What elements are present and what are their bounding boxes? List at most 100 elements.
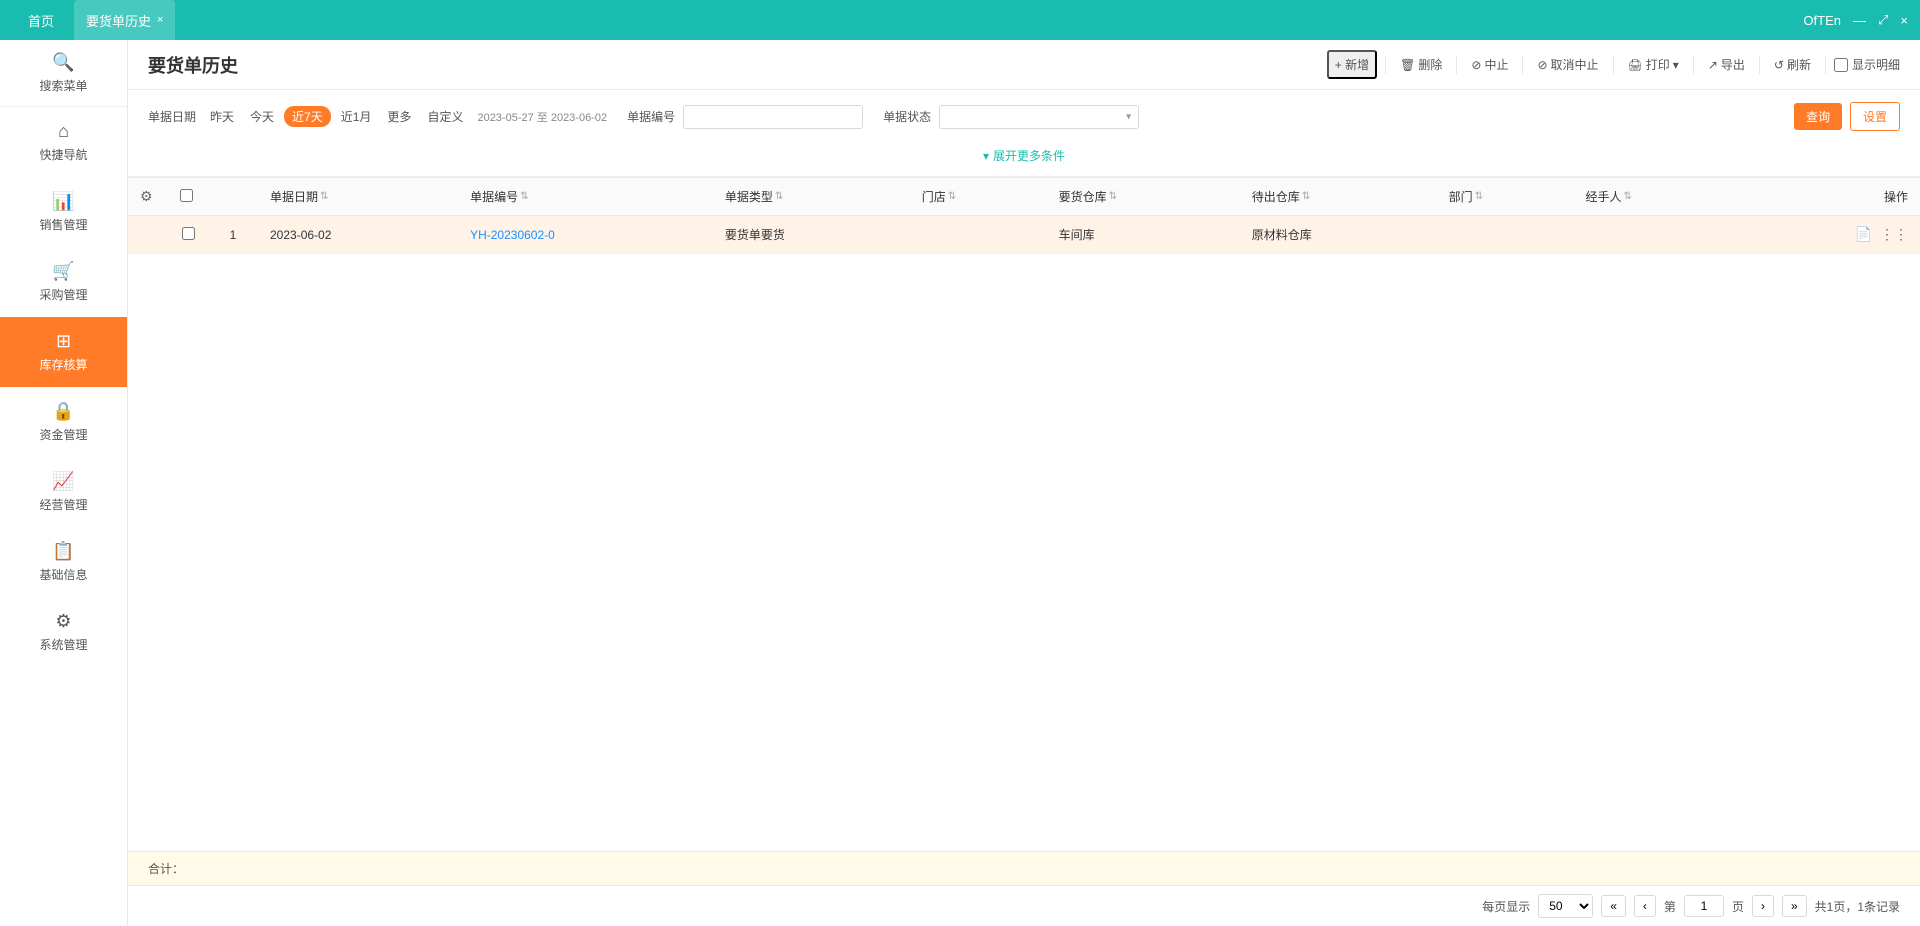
window-maximize-icon[interactable]: ⤢: [1878, 12, 1888, 28]
sidebar-item-basic-info[interactable]: 📋 基础信息: [0, 527, 127, 597]
sales-icon: 📊: [52, 191, 74, 212]
cancel-stop-icon: ⊘: [1537, 58, 1547, 72]
table-body: 1 2023-06-02 YH-20230602-0 要货单要货 车间库 原材料…: [128, 216, 1920, 254]
select-all-checkbox[interactable]: [180, 189, 193, 202]
window-minimize-icon[interactable]: —: [1853, 13, 1866, 28]
per-page-select[interactable]: 50 20 100: [1538, 894, 1593, 918]
stop-button[interactable]: ⊘ 中止: [1465, 52, 1514, 77]
th-doc-type-label: 单据类型: [725, 188, 773, 205]
sort-icon-pending-warehouse: ⇅: [1302, 191, 1310, 202]
tab-close-icon[interactable]: ×: [157, 14, 163, 26]
sort-icon-handler: ⇅: [1623, 191, 1631, 202]
refresh-button[interactable]: ↺ 刷新: [1768, 52, 1817, 77]
th-doc-type-sort[interactable]: 单据类型 ⇅: [725, 188, 898, 205]
th-req-warehouse: 要货仓库 ⇅: [1047, 178, 1240, 216]
row-checkbox[interactable]: [182, 227, 195, 240]
doc-status-label: 单据状态: [883, 108, 931, 125]
th-doc-type: 单据类型 ⇅: [713, 178, 910, 216]
th-req-warehouse-sort[interactable]: 要货仓库 ⇅: [1059, 188, 1228, 205]
doc-status-wrapper: [939, 105, 1139, 129]
brand-logo: OfTEn: [1803, 13, 1841, 28]
show-detail-toggle[interactable]: 显示明细: [1834, 56, 1900, 73]
sidebar-item-operations[interactable]: 📈 经营管理: [0, 457, 127, 527]
toolbar-divider-1: [1385, 56, 1386, 74]
td-pending-warehouse: 原材料仓库: [1240, 216, 1437, 254]
export-icon: ↗: [1708, 58, 1718, 72]
refresh-label: 刷新: [1787, 56, 1811, 73]
th-store-sort[interactable]: 门店 ⇅: [922, 188, 1035, 205]
td-checkbox: [168, 216, 208, 254]
date-yesterday[interactable]: 昨天: [204, 106, 240, 127]
sidebar-item-quick-nav[interactable]: ⌂ 快捷导航: [0, 107, 127, 177]
sidebar-item-purchase[interactable]: 🛒 采购管理: [0, 247, 127, 317]
tab-requisition-history[interactable]: 要货单历史 ×: [74, 0, 175, 40]
operations-icon: 📈: [52, 471, 74, 492]
show-detail-checkbox[interactable]: [1834, 58, 1848, 72]
new-button[interactable]: + 新增: [1327, 50, 1377, 79]
doc-number-input[interactable]: [683, 105, 863, 129]
cancel-stop-button[interactable]: ⊘ 取消中止: [1531, 52, 1604, 77]
export-button[interactable]: ↗ 导出: [1702, 52, 1751, 77]
sidebar-item-system[interactable]: ⚙ 系统管理: [0, 597, 127, 667]
row-edit-icon[interactable]: 📄: [1855, 226, 1872, 243]
date-range-display: 2023-05-27 至 2023-06-02: [477, 109, 607, 125]
first-page-button[interactable]: «: [1601, 895, 1626, 917]
sidebar-item-label: 资金管理: [39, 426, 87, 443]
th-doc-number-sort[interactable]: 单据编号 ⇅: [470, 188, 701, 205]
doc-status-select[interactable]: [939, 105, 1139, 129]
doc-number-link[interactable]: YH-20230602-0: [470, 228, 555, 242]
toolbar-divider-7: [1825, 56, 1826, 74]
stop-label: 中止: [1484, 56, 1508, 73]
date-custom[interactable]: 自定义: [421, 106, 469, 127]
sidebar-item-label: 基础信息: [39, 566, 87, 583]
tab-home[interactable]: 首页: [12, 0, 70, 40]
th-doc-date-sort[interactable]: 单据日期 ⇅: [270, 188, 446, 205]
td-row-settings: [128, 216, 168, 254]
toolbar-divider-6: [1759, 56, 1760, 74]
row-more-icon[interactable]: ⋮⋮: [1880, 226, 1908, 243]
quick-nav-icon: ⌂: [58, 121, 69, 142]
expand-filter-button[interactable]: ▾ 展开更多条件: [983, 147, 1065, 164]
filter-row-1: 单据日期 昨天 今天 近7天 近1月 更多 自定义 2023-05-27 至 2…: [148, 102, 1900, 131]
sidebar-item-inventory[interactable]: ⊞ 库存核算: [0, 317, 127, 387]
sidebar-item-finance[interactable]: 🔒 资金管理: [0, 387, 127, 457]
prev-page-button[interactable]: ‹: [1634, 895, 1656, 917]
settings-button[interactable]: 设置: [1850, 102, 1900, 131]
delete-button[interactable]: 🗑 删除: [1394, 52, 1448, 77]
next-page-button[interactable]: ›: [1752, 895, 1774, 917]
date-options: 昨天 今天 近7天 近1月 更多 自定义 2023-05-27 至 2023-0…: [204, 106, 607, 127]
sidebar-item-label: 库存核算: [39, 356, 87, 373]
tab-label: 要货单历史: [86, 11, 151, 30]
expand-filter-icon: ▾: [983, 149, 989, 163]
column-settings-icon[interactable]: ⚙: [140, 188, 153, 204]
page-suffix: 页: [1732, 898, 1744, 915]
th-pending-warehouse-sort[interactable]: 待出仓库 ⇅: [1252, 188, 1425, 205]
delete-icon: 🗑: [1400, 58, 1415, 72]
th-handler-sort[interactable]: 经手人 ⇅: [1585, 188, 1726, 205]
filter-doc-date: 单据日期 昨天 今天 近7天 近1月 更多 自定义 2023-05-27 至 2…: [148, 106, 607, 127]
date-1month[interactable]: 近1月: [335, 106, 378, 127]
sidebar-item-sales[interactable]: 📊 销售管理: [0, 177, 127, 247]
sidebar-search[interactable]: 🔍 搜索菜单: [0, 40, 127, 107]
td-doc-number: YH-20230602-0: [458, 216, 713, 254]
page-number-input[interactable]: [1684, 895, 1724, 917]
th-doc-date: 单据日期 ⇅: [258, 178, 458, 216]
refresh-icon: ↺: [1774, 58, 1784, 72]
toolbar-divider-4: [1613, 56, 1614, 74]
date-7days[interactable]: 近7天: [284, 106, 331, 127]
print-button[interactable]: 🖨 打印 ▾: [1622, 52, 1685, 77]
th-department-sort[interactable]: 部门 ⇅: [1449, 188, 1562, 205]
last-page-button[interactable]: »: [1782, 895, 1807, 917]
per-page-label: 每页显示: [1482, 898, 1530, 915]
finance-icon: 🔒: [52, 401, 74, 422]
td-doc-type: 要货单要货: [713, 216, 910, 254]
date-today[interactable]: 今天: [244, 106, 280, 127]
td-department: [1437, 216, 1574, 254]
date-more[interactable]: 更多: [381, 106, 417, 127]
th-doc-date-label: 单据日期: [270, 188, 318, 205]
table-row: 1 2023-06-02 YH-20230602-0 要货单要货 车间库 原材料…: [128, 216, 1920, 254]
query-button[interactable]: 查询: [1794, 103, 1842, 130]
page-title: 要货单历史: [148, 52, 238, 78]
purchase-icon: 🛒: [52, 261, 74, 282]
window-close-icon[interactable]: ×: [1900, 13, 1908, 28]
